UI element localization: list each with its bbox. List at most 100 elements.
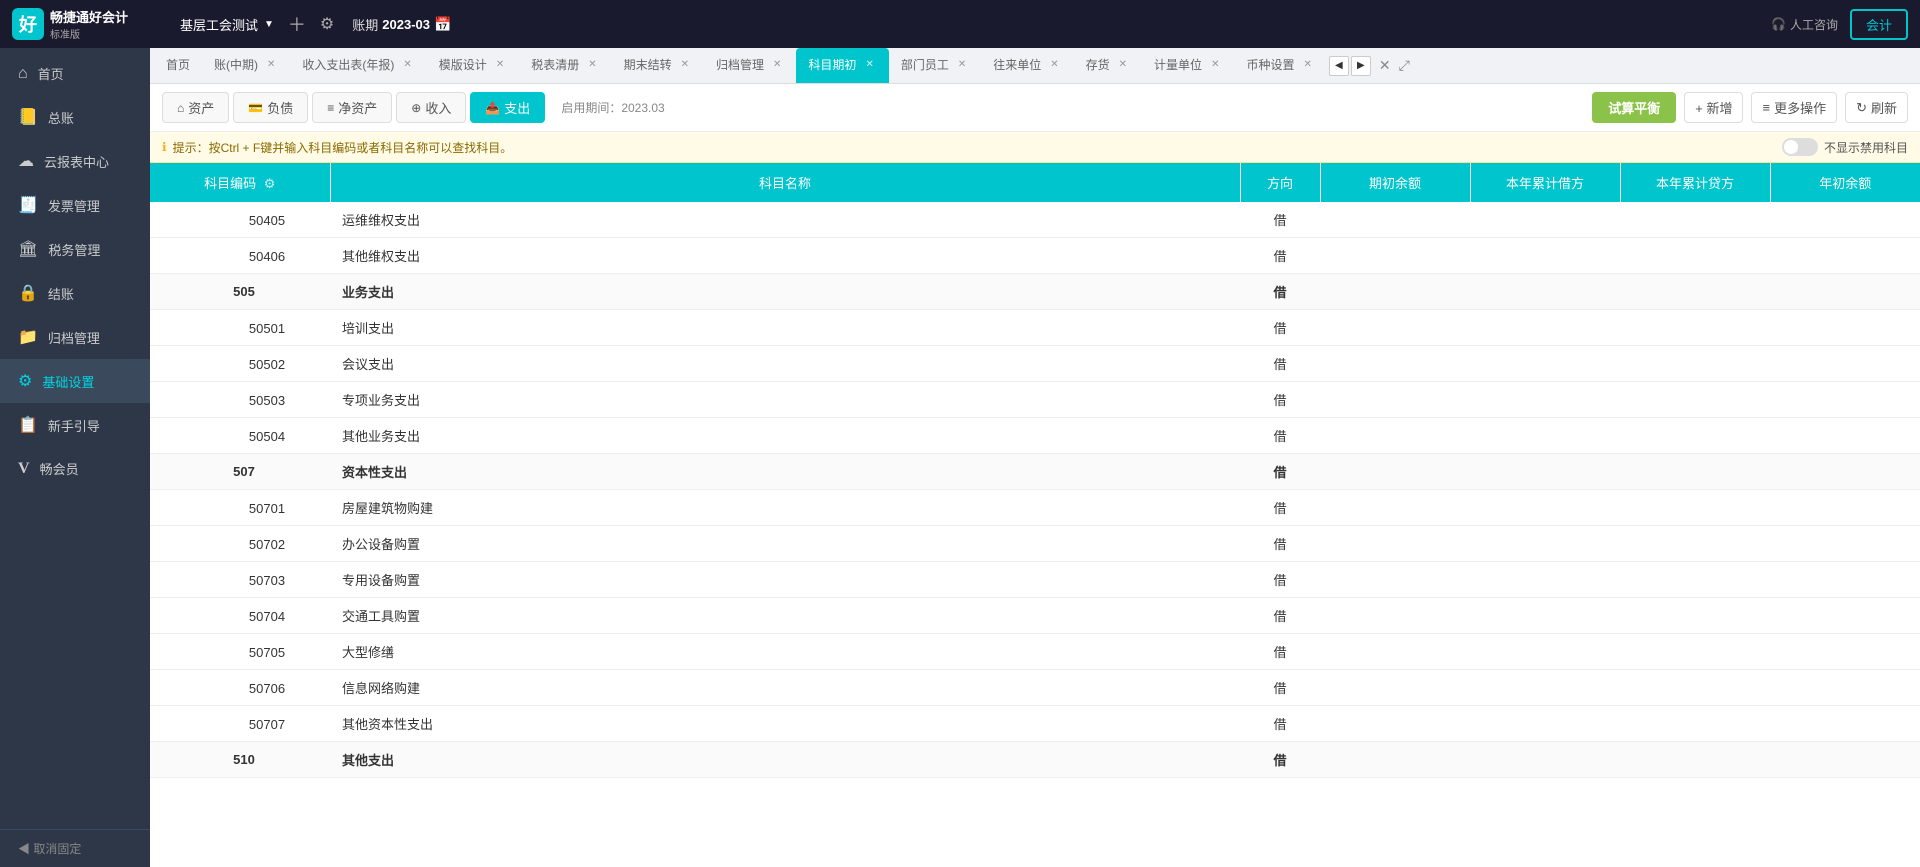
table-row[interactable]: 50501 培训支出 借 xyxy=(150,310,1920,346)
cell-yearly-credit xyxy=(1620,454,1770,490)
tab-inventory[interactable]: 存货 ✕ xyxy=(1074,48,1142,83)
cell-code: 507 xyxy=(150,454,330,490)
toolbar-right: 试算平衡 + 新增 ≡ 更多操作 ↻ 刷新 xyxy=(1592,92,1908,123)
tab-next-button[interactable]: ▶ xyxy=(1351,56,1371,76)
sidebar-item-close[interactable]: 🔒 结账 xyxy=(0,271,150,315)
sidebar-item-guide[interactable]: 📋 新手引导 xyxy=(0,403,150,447)
cell-yearly-debit xyxy=(1470,382,1620,418)
cell-yearly-debit xyxy=(1470,454,1620,490)
tab-close-tax-form[interactable]: ✕ xyxy=(585,58,599,71)
sub-tab-asset[interactable]: ⌂ 资产 xyxy=(162,92,229,123)
sidebar-item-invoice[interactable]: 🧾 发票管理 xyxy=(0,183,150,227)
tab-close-counterpart[interactable]: ✕ xyxy=(1047,58,1061,71)
table-row[interactable]: 50702 办公设备购置 借 xyxy=(150,526,1920,562)
tab-template[interactable]: 模版设计 ✕ xyxy=(427,48,519,83)
user-role-button[interactable]: 会计 xyxy=(1850,9,1908,40)
tab-interim[interactable]: 账(中期) ✕ xyxy=(202,48,290,83)
tab-home[interactable]: 首页 xyxy=(154,48,202,83)
equity-icon: ≡ xyxy=(327,101,334,115)
tab-subject-initial[interactable]: 科目期初 ✕ xyxy=(796,48,888,83)
more-button[interactable]: ≡ 更多操作 xyxy=(1751,92,1837,123)
sidebar-item-home[interactable]: ⌂ 首页 xyxy=(0,52,150,95)
period-value: 2023-03 xyxy=(382,17,430,32)
tab-counterpart[interactable]: 往来单位 ✕ xyxy=(981,48,1073,83)
subjects-table: 科目编码 ⚙ 科目名称 方向 期初余额 xyxy=(150,163,1920,778)
calendar-icon[interactable]: 📅 xyxy=(434,16,451,33)
sub-tab-expense[interactable]: 📤 支出 xyxy=(470,92,545,123)
expand-icon[interactable]: ⤢ xyxy=(1395,55,1414,76)
tab-dept-employee[interactable]: 部门员工 ✕ xyxy=(889,48,981,83)
tab-close-template[interactable]: ✕ xyxy=(493,58,507,71)
tab-close-subject-initial[interactable]: ✕ xyxy=(862,58,876,71)
tab-close-archive[interactable]: ✕ xyxy=(770,58,784,71)
tab-close-interim[interactable]: ✕ xyxy=(264,58,278,71)
add-project-button[interactable]: ＋ xyxy=(284,11,310,37)
cell-year-start-balance xyxy=(1770,706,1920,742)
sub-tab-liability[interactable]: 💳 负债 xyxy=(233,92,308,123)
expense-icon: 📤 xyxy=(485,101,500,115)
table-row[interactable]: 50703 专用设备购置 借 xyxy=(150,562,1920,598)
table-row[interactable]: 50706 信息网络购建 借 xyxy=(150,670,1920,706)
toggle-disabled-subjects[interactable] xyxy=(1782,138,1818,156)
tab-period-close[interactable]: 期末结转 ✕ xyxy=(612,48,704,83)
table-row[interactable]: 50406 其他维权支出 借 xyxy=(150,238,1920,274)
cell-year-start-balance xyxy=(1770,490,1920,526)
tab-unit[interactable]: 计量单位 ✕ xyxy=(1142,48,1234,83)
cell-yearly-debit xyxy=(1470,562,1620,598)
tab-close-period-close[interactable]: ✕ xyxy=(678,58,692,71)
sidebar-item-settings[interactable]: ⚙ 基础设置 xyxy=(0,359,150,403)
tab-close-currency[interactable]: ✕ xyxy=(1300,58,1314,71)
cell-year-start-balance xyxy=(1770,562,1920,598)
cell-yearly-credit xyxy=(1620,202,1770,238)
table-row[interactable]: 50504 其他业务支出 借 xyxy=(150,418,1920,454)
project-selector[interactable]: 基层工会测试 ▼ xyxy=(180,15,274,34)
sidebar-item-member[interactable]: V 畅会员 xyxy=(0,447,150,490)
table-row[interactable]: 50707 其他资本性支出 借 xyxy=(150,706,1920,742)
sidebar-item-ledger[interactable]: 📒 总账 xyxy=(0,95,150,139)
table-row[interactable]: 50704 交通工具购置 借 xyxy=(150,598,1920,634)
calc-balance-button[interactable]: 试算平衡 xyxy=(1592,92,1676,123)
sidebar-item-cloud-report[interactable]: ☁ 云报表中心 xyxy=(0,139,150,183)
support-button[interactable]: 🎧 人工咨询 xyxy=(1771,16,1838,33)
sidebar-item-archive[interactable]: 📁 归档管理 xyxy=(0,315,150,359)
table-row[interactable]: 50701 房屋建筑物购建 借 xyxy=(150,490,1920,526)
tab-archive[interactable]: 归档管理 ✕ xyxy=(704,48,796,83)
table-row[interactable]: 510 其他支出 借 xyxy=(150,742,1920,778)
headset-icon: 🎧 xyxy=(1771,17,1786,31)
table-row[interactable]: 50503 专项业务支出 借 xyxy=(150,382,1920,418)
collapse-sidebar-button[interactable]: ◀ 取消固定 xyxy=(0,829,150,867)
tab-close-unit[interactable]: ✕ xyxy=(1208,58,1222,71)
table-wrapper[interactable]: 科目编码 ⚙ 科目名称 方向 期初余额 xyxy=(150,163,1920,867)
col-settings-icon[interactable]: ⚙ xyxy=(264,176,276,191)
table-row[interactable]: 50502 会议支出 借 xyxy=(150,346,1920,382)
tab-close-income-annual[interactable]: ✕ xyxy=(400,58,414,71)
col-yearly-credit: 本年累计贷方 xyxy=(1620,163,1770,202)
cell-code: 50502 xyxy=(150,346,330,382)
table-row[interactable]: 505 业务支出 借 xyxy=(150,274,1920,310)
tab-close-dept-employee[interactable]: ✕ xyxy=(955,58,969,71)
cell-initial-balance xyxy=(1320,526,1470,562)
cell-code: 50702 xyxy=(150,526,330,562)
sidebar-item-tax[interactable]: 🏛 税务管理 xyxy=(0,227,150,271)
table-row[interactable]: 50705 大型修缮 借 xyxy=(150,634,1920,670)
tab-tax-form[interactable]: 税表清册 ✕ xyxy=(519,48,611,83)
tab-prev-button[interactable]: ◀ xyxy=(1329,56,1349,76)
sub-tab-equity[interactable]: ≡ 净资产 xyxy=(312,92,392,123)
cell-name: 大型修缮 xyxy=(330,634,1240,670)
cell-yearly-credit xyxy=(1620,382,1770,418)
cell-year-start-balance xyxy=(1770,526,1920,562)
cell-initial-balance xyxy=(1320,382,1470,418)
tab-income-annual[interactable]: 收入支出表(年报) ✕ xyxy=(290,48,426,83)
refresh-button[interactable]: ↻ 刷新 xyxy=(1845,92,1908,123)
sub-tab-income[interactable]: ⊕ 收入 xyxy=(396,92,466,123)
cell-initial-balance xyxy=(1320,670,1470,706)
table-row[interactable]: 507 资本性支出 借 xyxy=(150,454,1920,490)
add-button[interactable]: + 新增 xyxy=(1684,92,1743,123)
tab-close-inventory[interactable]: ✕ xyxy=(1116,58,1130,71)
close-all-tabs-button[interactable]: ✕ xyxy=(1375,55,1395,76)
cell-yearly-debit xyxy=(1470,634,1620,670)
cell-initial-balance xyxy=(1320,454,1470,490)
settings-icon[interactable]: ⚙ xyxy=(320,14,334,34)
table-row[interactable]: 50405 运维维权支出 借 xyxy=(150,202,1920,238)
tab-currency[interactable]: 币种设置 ✕ xyxy=(1234,48,1326,83)
